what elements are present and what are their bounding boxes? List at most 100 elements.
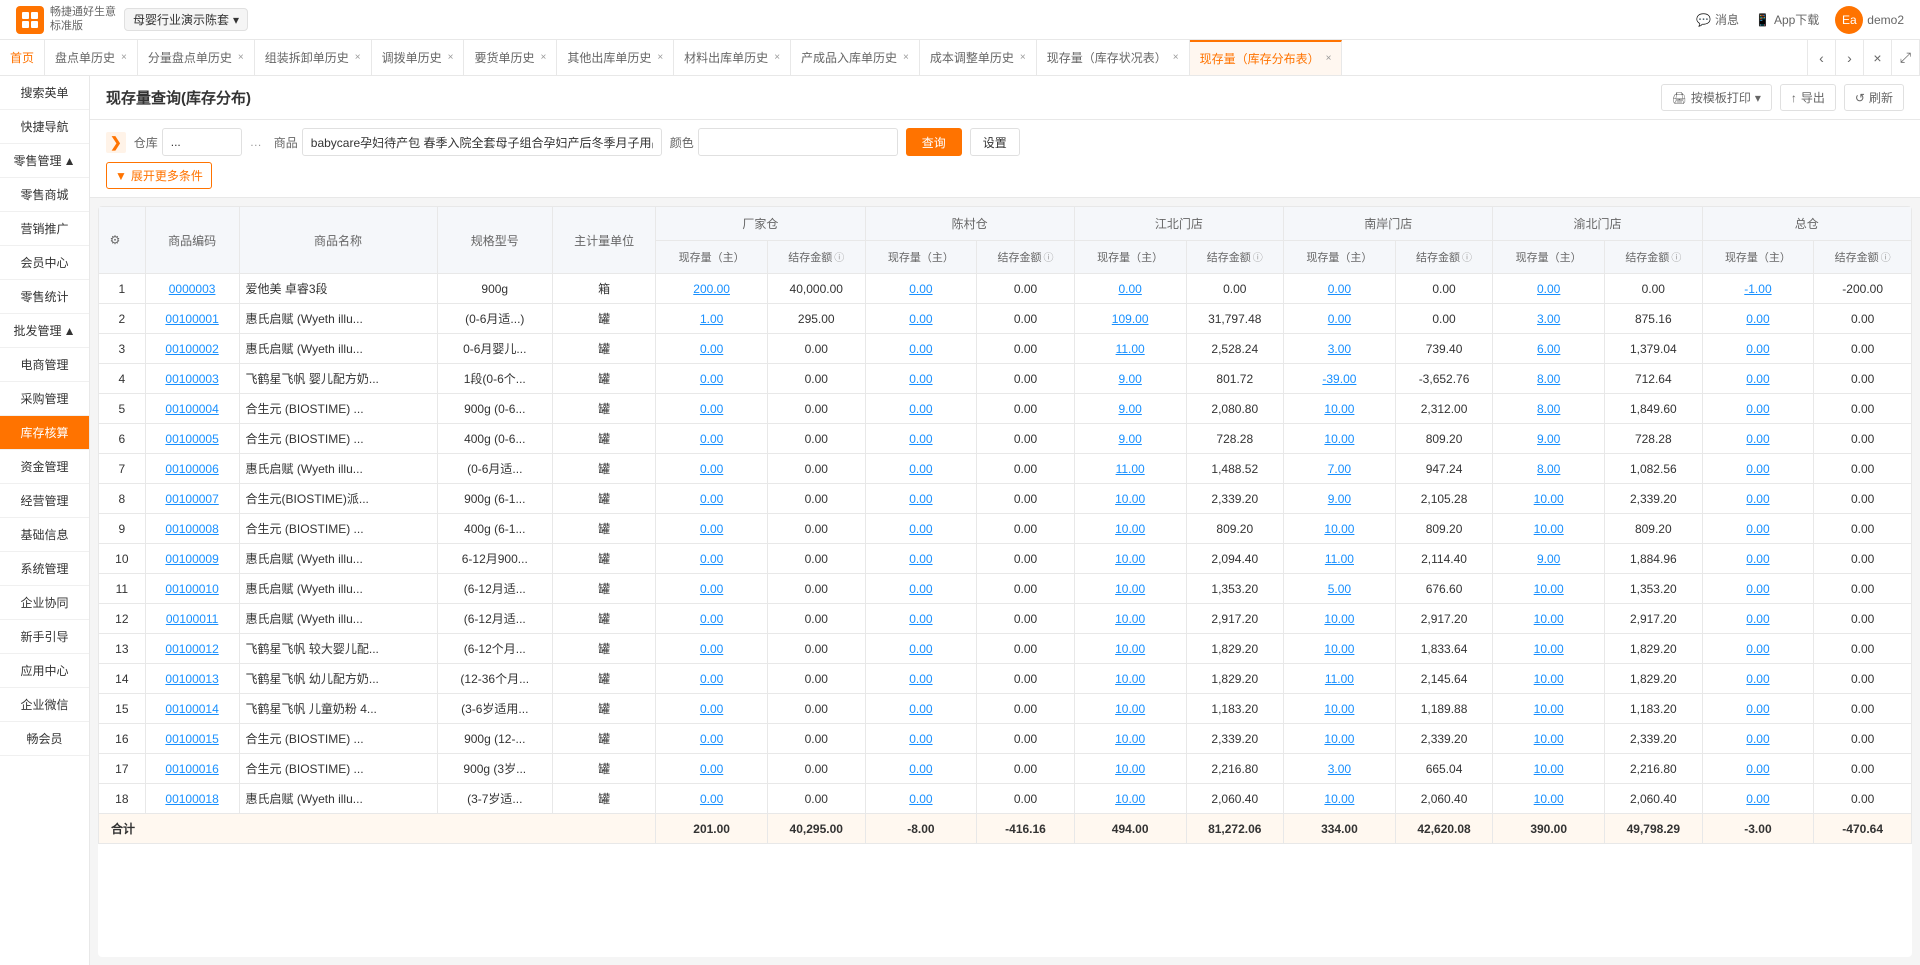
row-c-amt: 0.00: [977, 514, 1075, 544]
sidebar-item-retail[interactable]: 零售管理 ▲: [0, 144, 89, 178]
sidebar-item-member[interactable]: 会员中心: [0, 246, 89, 280]
sidebar-item-retailshop[interactable]: 零售商城: [0, 178, 89, 212]
message-icon: 💬: [1696, 13, 1711, 27]
sidebar-item-search[interactable]: 搜索英单: [0, 76, 89, 110]
row-c-qty: 0.00: [865, 664, 977, 694]
tab-close-icon[interactable]: ×: [1326, 53, 1332, 64]
query-btn[interactable]: 查询: [906, 128, 962, 156]
sidebar-item-collab[interactable]: 企业协同: [0, 586, 89, 620]
color-filter: 颜色: [670, 128, 898, 156]
tab-home[interactable]: 首页: [0, 40, 45, 75]
th-jb-qty: 现存量（主）: [1074, 241, 1186, 274]
tab-liaoliaochuku[interactable]: 材料出库单历史 ×: [674, 40, 791, 75]
tab-fenpandian[interactable]: 分量盘点单历史 ×: [138, 40, 255, 75]
tab-diaopbo[interactable]: 调拨单历史 ×: [372, 40, 465, 75]
table-wrapper[interactable]: ⚙ 商品编码 商品名称 规格型号 主计量单位 厂家仓 陈村仓 江北门店 南岸门店…: [98, 206, 1912, 957]
sidebar-item-operations[interactable]: 经营管理: [0, 484, 89, 518]
tab-xiancun-kucun[interactable]: 现存量（库存状况表） ×: [1037, 40, 1190, 75]
sidebar-item-ecommerce[interactable]: 电商管理: [0, 348, 89, 382]
refresh-btn[interactable]: ↺ 刷新: [1844, 84, 1904, 111]
tab-zuzhangchai[interactable]: 组装拆卸单历史 ×: [255, 40, 372, 75]
tab-close-icon[interactable]: ×: [1020, 52, 1026, 63]
tab-chenben[interactable]: 成本调整单历史 ×: [920, 40, 1037, 75]
row-f-qty: 0.00: [656, 544, 768, 574]
row-c-amt: 0.00: [977, 304, 1075, 334]
row-spec: (6-12月适...: [437, 574, 553, 604]
goods-input[interactable]: [302, 128, 662, 156]
warehouse-input[interactable]: [162, 128, 242, 156]
sidebar-item-system[interactable]: 系统管理: [0, 552, 89, 586]
settings-gear-icon[interactable]: ⚙: [105, 230, 125, 250]
row-yb-qty: 10.00: [1493, 694, 1605, 724]
row-jb-amt: 2,060.40: [1186, 784, 1284, 814]
tab-close-icon[interactable]: ×: [657, 52, 663, 63]
tab-close-icon[interactable]: ×: [1173, 52, 1179, 63]
row-spec: (3-7岁适...: [437, 784, 553, 814]
row-yb-amt: 1,379.04: [1605, 334, 1703, 364]
tab-close-icon[interactable]: ×: [238, 52, 244, 63]
sidebar-item-appcenter[interactable]: 应用中心: [0, 654, 89, 688]
tab-qitachuku[interactable]: 其他出库单历史 ×: [557, 40, 674, 75]
sidebar-item-quicknav[interactable]: 快捷导航: [0, 110, 89, 144]
tab-pandian[interactable]: 盘点单历史 ×: [45, 40, 138, 75]
sidebar-item-wholesale[interactable]: 批发管理 ▲: [0, 314, 89, 348]
sidebar-item-changhui[interactable]: 畅会员: [0, 722, 89, 756]
row-yb-qty: 10.00: [1493, 664, 1605, 694]
tab-close-icon[interactable]: ×: [121, 52, 127, 63]
tab-next-btn[interactable]: ›: [1836, 40, 1864, 76]
sidebar-item-basic[interactable]: 基础信息: [0, 518, 89, 552]
row-na-qty: 10.00: [1284, 604, 1396, 634]
filter-expand-arrow[interactable]: ❯: [106, 132, 126, 153]
row-na-qty: 11.00: [1284, 544, 1396, 574]
tab-prev-btn[interactable]: ‹: [1808, 40, 1836, 76]
tab-expand-btn[interactable]: ⤢: [1892, 40, 1920, 76]
industry-selector[interactable]: 母婴行业演示陈套 ▾: [124, 8, 248, 31]
table-row: 500100004合生元 (BIOSTIME) ...900g (0-6...罐…: [99, 394, 1912, 424]
tab-close-icon[interactable]: ×: [774, 52, 780, 63]
tab-close-icon[interactable]: ×: [448, 52, 454, 63]
settings-btn[interactable]: 设置: [970, 128, 1020, 156]
print-btn[interactable]: 🖨 按模板打印 ▾: [1661, 84, 1772, 111]
sidebar-item-finance[interactable]: 资金管理: [0, 450, 89, 484]
row-yb-qty: 0.00: [1493, 274, 1605, 304]
app-download-btn[interactable]: 📱 App下载: [1755, 11, 1819, 28]
row-yb-qty: 10.00: [1493, 784, 1605, 814]
row-t-amt: 0.00: [1814, 454, 1912, 484]
row-c-qty: 0.00: [865, 304, 977, 334]
filter-bar: ❯ 仓库 … 商品 颜色 查询 设置 ▼: [90, 120, 1920, 198]
row-na-amt: 947.24: [1395, 454, 1493, 484]
sidebar-item-marketing[interactable]: 营销推广: [0, 212, 89, 246]
app-icon: 📱: [1755, 13, 1770, 27]
tab-close-icon[interactable]: ×: [355, 52, 361, 63]
row-spec: 400g (0-6...: [437, 424, 553, 454]
tab-chanchengru[interactable]: 产成品入库单历史 ×: [791, 40, 920, 75]
sidebar-item-inventory[interactable]: 库存核算: [0, 416, 89, 450]
row-unit: 罐: [553, 514, 656, 544]
color-input[interactable]: [698, 128, 898, 156]
tab-xiancun-fenbuke[interactable]: 现存量（库存分布表） ×: [1190, 40, 1343, 75]
row-yb-qty: 10.00: [1493, 754, 1605, 784]
row-na-qty: 9.00: [1284, 484, 1396, 514]
row-jb-amt: 1,353.20: [1186, 574, 1284, 604]
row-na-amt: 1,189.88: [1395, 694, 1493, 724]
sidebar-item-purchase[interactable]: 采购管理: [0, 382, 89, 416]
row-c-amt: 0.00: [977, 664, 1075, 694]
sidebar-item-weixin[interactable]: 企业微信: [0, 688, 89, 722]
sidebar-item-retailstat[interactable]: 零售统计: [0, 280, 89, 314]
row-na-amt: 2,145.64: [1395, 664, 1493, 694]
tab-yaohuo[interactable]: 要货单历史 ×: [464, 40, 557, 75]
row-jb-amt: 809.20: [1186, 514, 1284, 544]
th-settings[interactable]: ⚙: [99, 207, 146, 274]
sidebar-item-guide[interactable]: 新手引导: [0, 620, 89, 654]
export-btn[interactable]: ↑ 导出: [1780, 84, 1836, 111]
message-btn[interactable]: 💬 消息: [1696, 11, 1739, 28]
tab-close-icon[interactable]: ×: [903, 52, 909, 63]
th-nanan: 南岸门店: [1284, 207, 1493, 241]
warehouse-dots[interactable]: …: [246, 135, 266, 149]
tab-close-icon[interactable]: ×: [540, 52, 546, 63]
row-name: 惠氏启赋 (Wyeth illu...: [239, 604, 437, 634]
expand-more-btn[interactable]: ▼ 展开更多条件: [106, 162, 212, 189]
user-profile[interactable]: Ea demo2: [1835, 6, 1904, 34]
tab-close-all-btn[interactable]: ×: [1864, 40, 1892, 76]
row-f-amt: 0.00: [767, 694, 865, 724]
